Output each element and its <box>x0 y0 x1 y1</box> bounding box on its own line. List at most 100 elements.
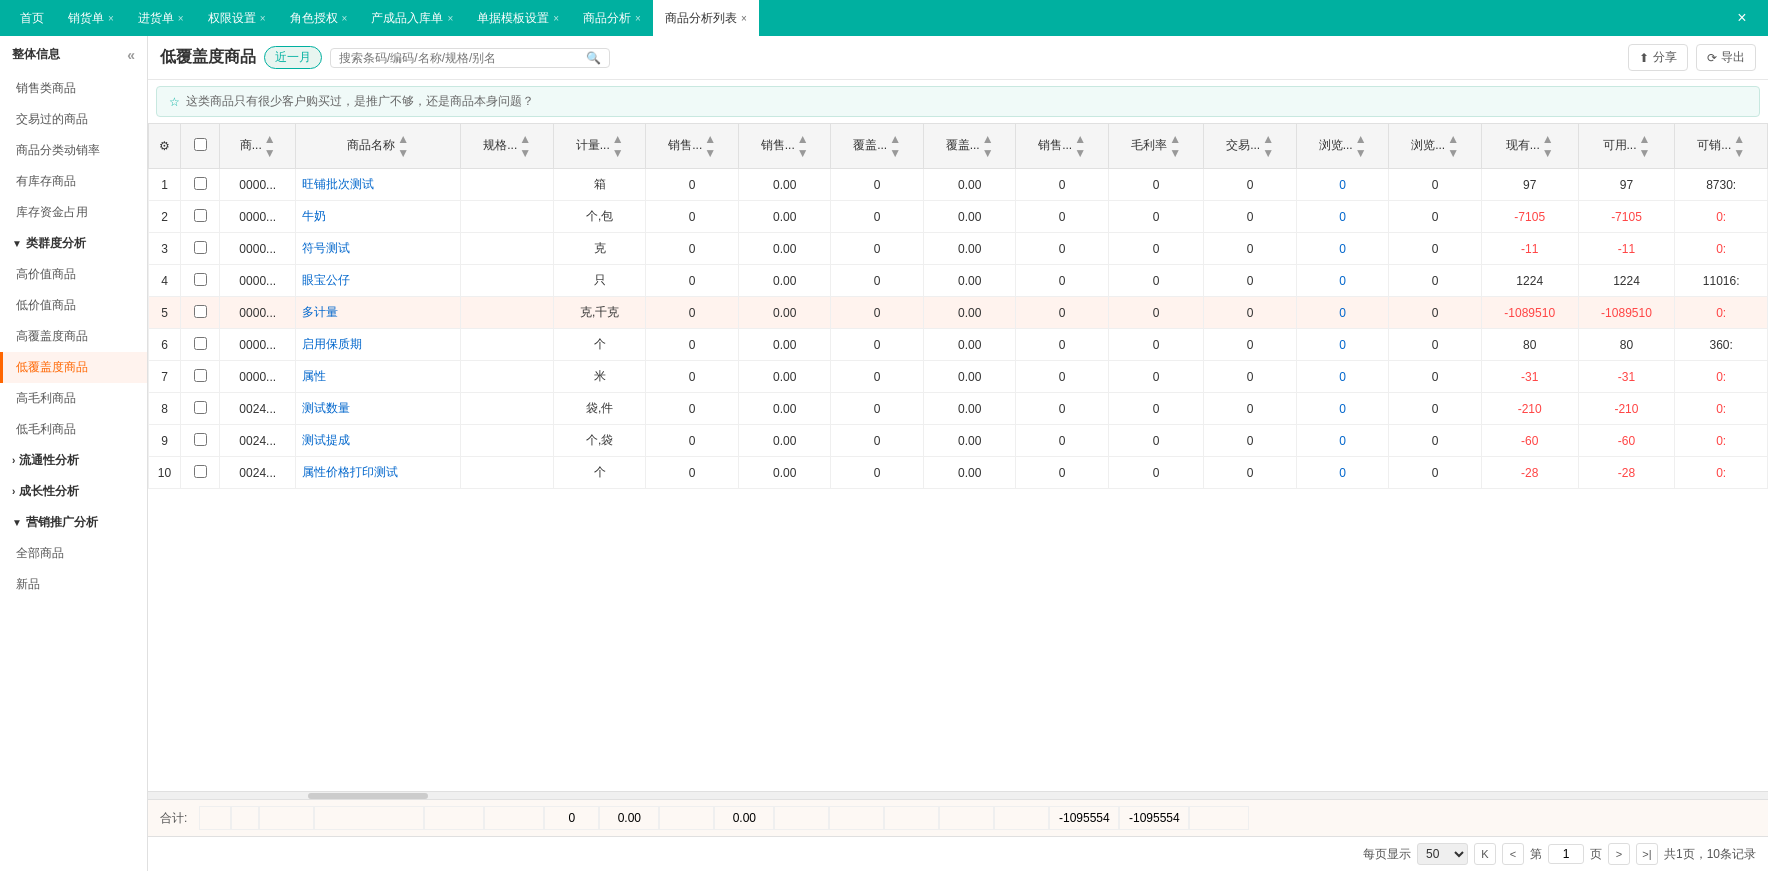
prev-page-btn[interactable]: < <box>1502 843 1524 865</box>
row-browse1[interactable]: 0 <box>1296 169 1388 201</box>
row-checkbox[interactable] <box>181 393 220 425</box>
scrollbar-area[interactable] <box>148 791 1768 799</box>
time-filter-btn[interactable]: 近一月 <box>264 46 322 69</box>
sidebar-item-stock-funds[interactable]: 库存资金占用 <box>0 197 147 228</box>
row-browse1[interactable]: 0 <box>1296 329 1388 361</box>
th-sales3[interactable]: 销售...▲▼ <box>1016 124 1108 169</box>
nav-permissions[interactable]: 权限设置 × <box>196 0 278 36</box>
th-checkbox[interactable] <box>181 124 220 169</box>
row-name[interactable]: 属性 <box>295 361 461 393</box>
sidebar-section-cluster[interactable]: ▼ 类群度分析 <box>0 228 147 259</box>
row-checkbox[interactable] <box>181 169 220 201</box>
nav-sales[interactable]: 销货单 × <box>56 0 126 36</box>
row-select-checkbox[interactable] <box>194 177 207 190</box>
row-select-checkbox[interactable] <box>194 273 207 286</box>
next-page-btn[interactable]: > <box>1608 843 1630 865</box>
search-input[interactable] <box>339 51 586 65</box>
th-sales-qty[interactable]: 销售...▲▼ <box>646 124 738 169</box>
row-name[interactable]: 旺铺批次测试 <box>295 169 461 201</box>
th-spec[interactable]: 规格...▲▼ <box>461 124 553 169</box>
row-browse1[interactable]: 0 <box>1296 297 1388 329</box>
sidebar-item-sales-goods[interactable]: 销售类商品 <box>0 73 147 104</box>
nav-close-role[interactable]: × <box>342 13 348 24</box>
page-number-input[interactable] <box>1548 844 1584 864</box>
first-page-btn[interactable]: K <box>1474 843 1496 865</box>
nav-product-stock[interactable]: 产成品入库单 × <box>359 0 465 36</box>
row-checkbox[interactable] <box>181 361 220 393</box>
row-name[interactable]: 测试提成 <box>295 425 461 457</box>
row-select-checkbox[interactable] <box>194 305 207 318</box>
nav-role[interactable]: 角色授权 × <box>278 0 360 36</box>
th-available[interactable]: 可用...▲▼ <box>1578 124 1675 169</box>
nav-close-product-stock[interactable]: × <box>447 13 453 24</box>
row-name[interactable]: 符号测试 <box>295 233 461 265</box>
th-trade[interactable]: 交易...▲▼ <box>1204 124 1296 169</box>
th-browse2[interactable]: 浏览...▲▼ <box>1389 124 1481 169</box>
th-cover2[interactable]: 覆盖...▲▼ <box>923 124 1015 169</box>
row-select-checkbox[interactable] <box>194 241 207 254</box>
sidebar-section-growth[interactable]: › 成长性分析 <box>0 476 147 507</box>
row-name[interactable]: 测试数量 <box>295 393 461 425</box>
nav-close-purchase[interactable]: × <box>178 13 184 24</box>
sidebar-item-low-profit[interactable]: 低毛利商品 <box>0 414 147 445</box>
th-settings[interactable]: ⚙ <box>149 124 181 169</box>
nav-close-goods-analysis[interactable]: × <box>635 13 641 24</box>
th-sellable[interactable]: 可销...▲▼ <box>1675 124 1768 169</box>
row-browse1[interactable]: 0 <box>1296 361 1388 393</box>
row-checkbox[interactable] <box>181 297 220 329</box>
nav-purchase[interactable]: 进货单 × <box>126 0 196 36</box>
row-select-checkbox[interactable] <box>194 369 207 382</box>
row-browse1[interactable]: 0 <box>1296 425 1388 457</box>
sidebar-item-low-value[interactable]: 低价值商品 <box>0 290 147 321</box>
per-page-select[interactable]: 50 100 200 <box>1417 843 1468 865</box>
row-browse1[interactable]: 0 <box>1296 201 1388 233</box>
row-checkbox[interactable] <box>181 457 220 489</box>
th-unit[interactable]: 计量...▲▼ <box>553 124 645 169</box>
sidebar-section-flow[interactable]: › 流通性分析 <box>0 445 147 476</box>
sidebar-section-marketing[interactable]: ▼ 营销推广分析 <box>0 507 147 538</box>
sidebar-item-all-goods[interactable]: 全部商品 <box>0 538 147 569</box>
row-select-checkbox[interactable] <box>194 433 207 446</box>
last-page-btn[interactable]: >| <box>1636 843 1658 865</box>
nav-close-goods-list[interactable]: × <box>741 13 747 24</box>
sidebar-item-high-value[interactable]: 高价值商品 <box>0 259 147 290</box>
row-browse1[interactable]: 0 <box>1296 457 1388 489</box>
row-checkbox[interactable] <box>181 265 220 297</box>
nav-home[interactable]: 首页 <box>8 0 56 36</box>
nav-template[interactable]: 单据模板设置 × <box>465 0 571 36</box>
select-all-checkbox[interactable] <box>194 138 207 151</box>
share-btn[interactable]: ⬆ 分享 <box>1628 44 1688 71</box>
sidebar-item-stock-goods[interactable]: 有库存商品 <box>0 166 147 197</box>
row-browse1[interactable]: 0 <box>1296 393 1388 425</box>
sidebar-collapse-btn[interactable]: « <box>127 47 135 63</box>
search-icon[interactable]: 🔍 <box>586 51 601 65</box>
th-gross-rate[interactable]: 毛利率▲▼ <box>1108 124 1204 169</box>
sidebar-item-category-rate[interactable]: 商品分类动销率 <box>0 135 147 166</box>
row-name[interactable]: 多计量 <box>295 297 461 329</box>
sidebar-item-new-goods[interactable]: 新品 <box>0 569 147 600</box>
nav-close-template[interactable]: × <box>553 13 559 24</box>
th-name[interactable]: 商品名称▲▼ <box>295 124 461 169</box>
th-browse1[interactable]: 浏览...▲▼ <box>1296 124 1388 169</box>
row-browse1[interactable]: 0 <box>1296 265 1388 297</box>
row-checkbox[interactable] <box>181 201 220 233</box>
row-select-checkbox[interactable] <box>194 401 207 414</box>
table-wrapper[interactable]: ⚙ 商...▲▼ 商品名称▲▼ 规格...▲▼ 计量...▲▼ 销售...▲▼ … <box>148 123 1768 791</box>
window-close-btn[interactable]: × <box>1724 0 1760 36</box>
th-current[interactable]: 现有...▲▼ <box>1481 124 1578 169</box>
row-select-checkbox[interactable] <box>194 465 207 478</box>
nav-close-permissions[interactable]: × <box>260 13 266 24</box>
row-checkbox[interactable] <box>181 425 220 457</box>
sidebar-item-low-coverage[interactable]: 低覆盖度商品 <box>0 352 147 383</box>
row-name[interactable]: 启用保质期 <box>295 329 461 361</box>
th-code[interactable]: 商...▲▼ <box>220 124 295 169</box>
sidebar-item-traded-goods[interactable]: 交易过的商品 <box>0 104 147 135</box>
nav-close-sales[interactable]: × <box>108 13 114 24</box>
row-browse1[interactable]: 0 <box>1296 233 1388 265</box>
row-checkbox[interactable] <box>181 329 220 361</box>
sidebar-item-high-profit[interactable]: 高毛利商品 <box>0 383 147 414</box>
row-name[interactable]: 牛奶 <box>295 201 461 233</box>
row-checkbox[interactable] <box>181 233 220 265</box>
nav-goods-analysis[interactable]: 商品分析 × <box>571 0 653 36</box>
nav-goods-analysis-list[interactable]: 商品分析列表 × <box>653 0 759 36</box>
